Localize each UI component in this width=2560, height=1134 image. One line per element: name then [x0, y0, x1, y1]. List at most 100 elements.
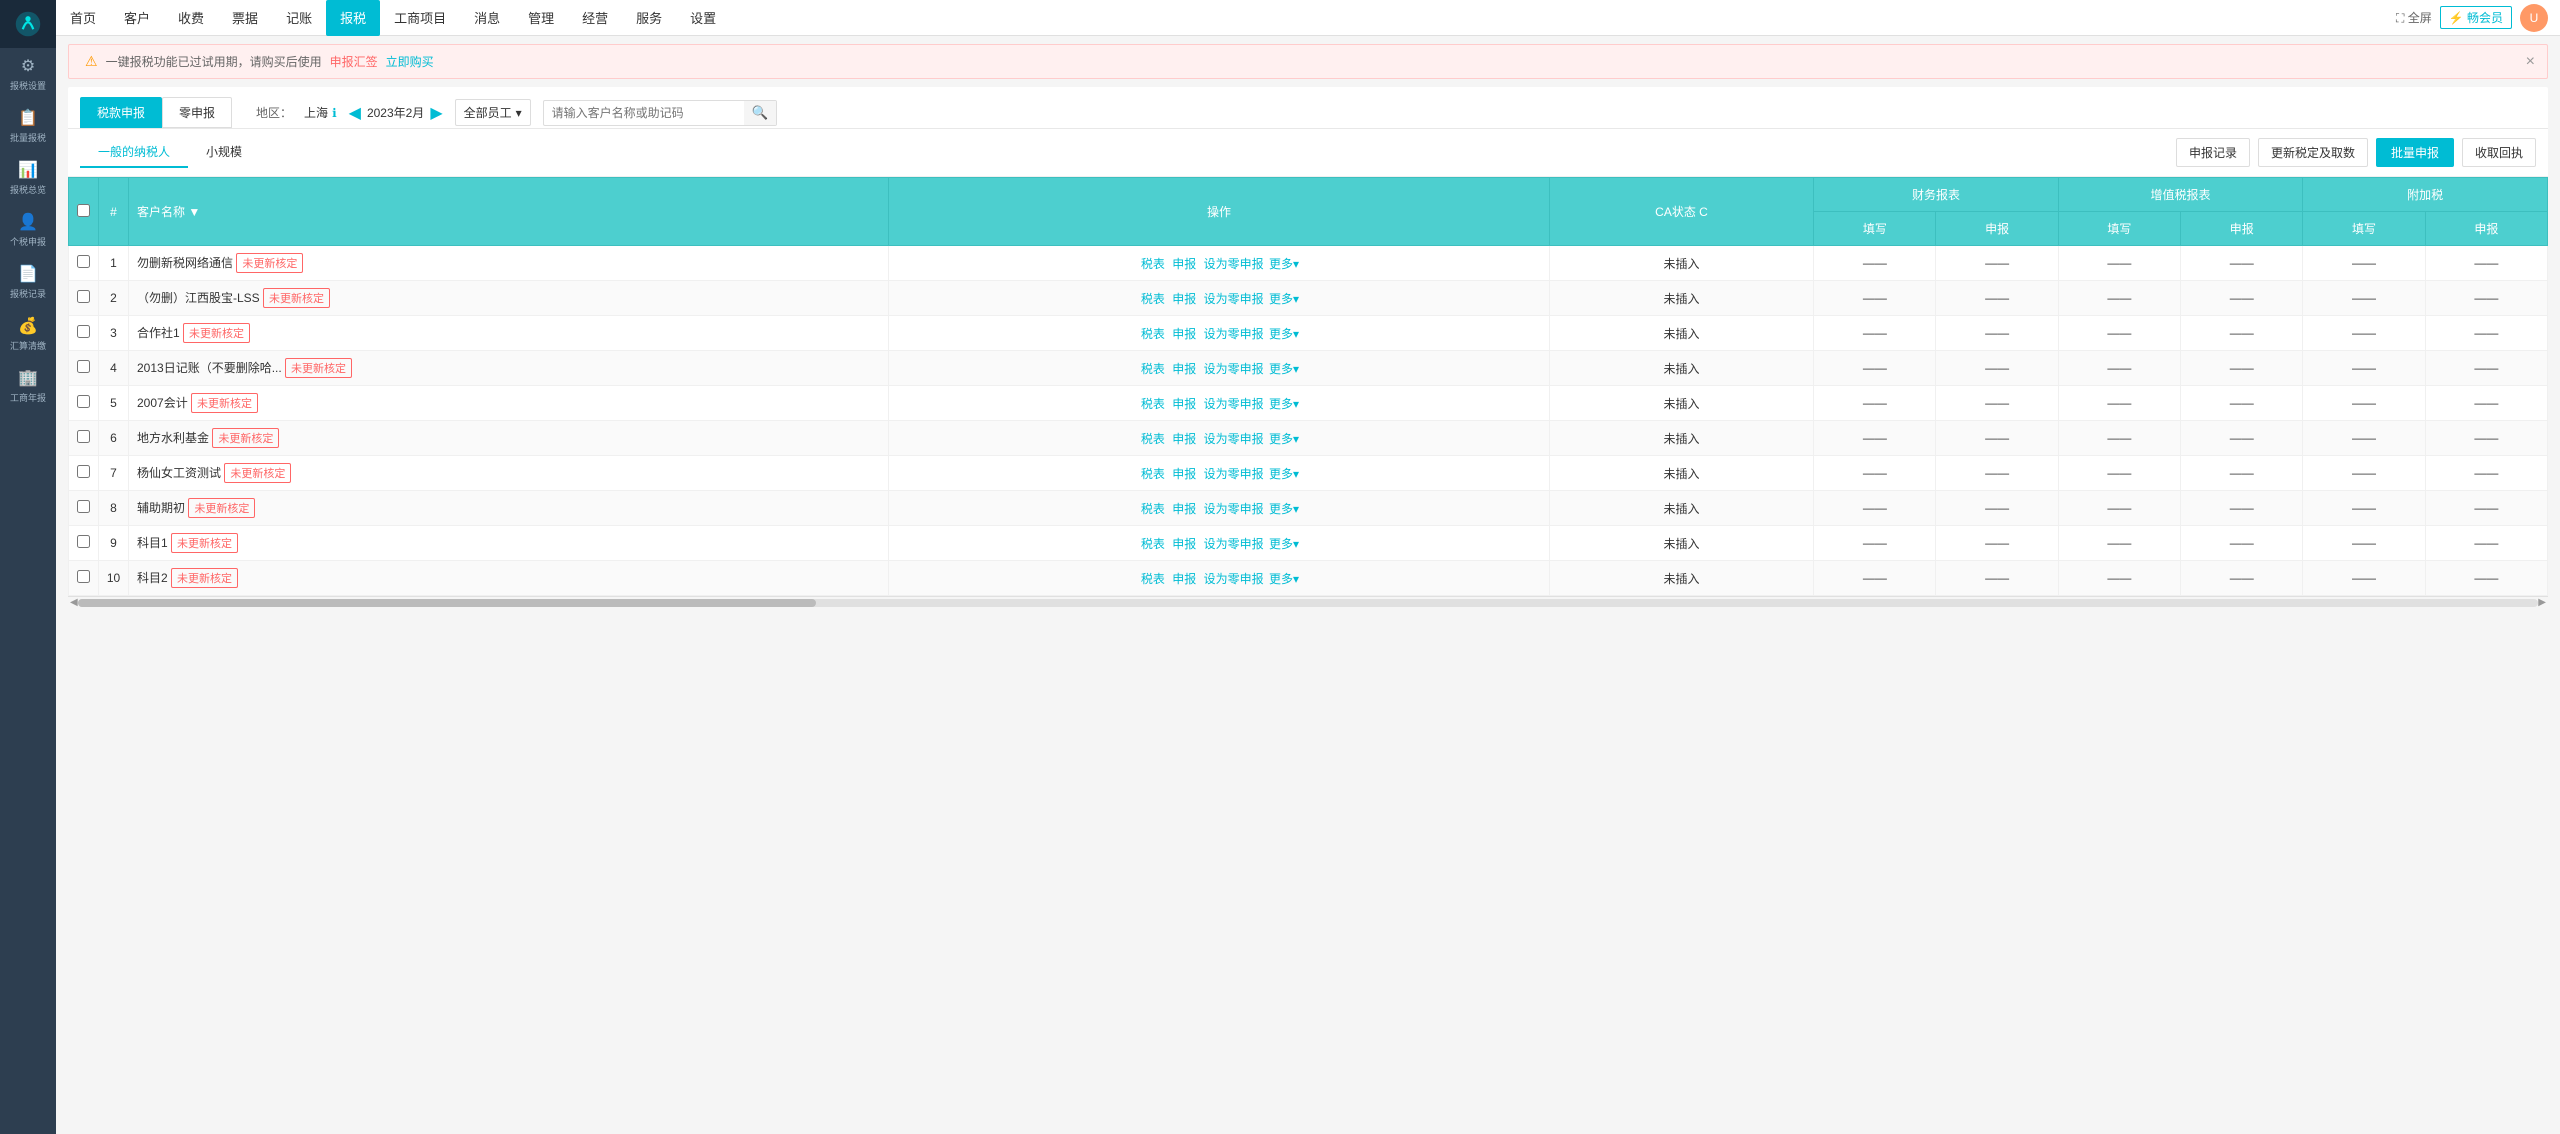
op-more-7[interactable]: 更多▾	[1269, 502, 1299, 516]
checkbox-0[interactable]	[77, 255, 90, 268]
op-tax-6[interactable]: 税表	[1141, 467, 1165, 481]
nav-item-票据[interactable]: 票据	[218, 0, 272, 36]
op-more-1[interactable]: 更多▾	[1269, 292, 1299, 306]
nav-item-首页[interactable]: 首页	[56, 0, 110, 36]
op-more-4[interactable]: 更多▾	[1269, 397, 1299, 411]
op-tax-8[interactable]: 税表	[1141, 537, 1165, 551]
op-setzero-7[interactable]: 设为零申报	[1204, 502, 1264, 516]
op-tax-5[interactable]: 税表	[1141, 432, 1165, 446]
next-month-btn[interactable]: ▶	[430, 103, 442, 123]
nav-item-设置[interactable]: 设置	[676, 0, 730, 36]
row-checkbox-2[interactable]	[69, 316, 99, 351]
op-tax-9[interactable]: 税表	[1141, 572, 1165, 586]
op-declare-7[interactable]: 申报	[1172, 502, 1196, 516]
checkbox-9[interactable]	[77, 570, 90, 583]
op-more-6[interactable]: 更多▾	[1269, 467, 1299, 481]
notice-link1[interactable]: 申报汇签	[330, 53, 378, 70]
sort-icon[interactable]: ▼	[188, 205, 200, 219]
op-setzero-9[interactable]: 设为零申报	[1204, 572, 1264, 586]
nav-item-经营[interactable]: 经营	[568, 0, 622, 36]
row-checkbox-3[interactable]	[69, 351, 99, 386]
sidebar-item-5[interactable]: 💰汇算清缴	[0, 308, 56, 360]
op-declare-9[interactable]: 申报	[1172, 572, 1196, 586]
op-tax-2[interactable]: 税表	[1141, 327, 1165, 341]
op-setzero-6[interactable]: 设为零申报	[1204, 467, 1264, 481]
notice-close-btn[interactable]: ×	[2526, 53, 2535, 71]
checkbox-2[interactable]	[77, 325, 90, 338]
sidebar-item-4[interactable]: 📄报税记录	[0, 256, 56, 308]
checkbox-5[interactable]	[77, 430, 90, 443]
op-declare-1[interactable]: 申报	[1172, 292, 1196, 306]
nav-item-客户[interactable]: 客户	[110, 0, 164, 36]
app-logo[interactable]	[0, 0, 56, 48]
staff-select[interactable]: 全部员工 ▾	[455, 99, 531, 126]
row-checkbox-7[interactable]	[69, 491, 99, 526]
row-checkbox-4[interactable]	[69, 386, 99, 421]
checkbox-3[interactable]	[77, 360, 90, 373]
nav-item-管理[interactable]: 管理	[514, 0, 568, 36]
batch-declare-btn[interactable]: 批量申报	[2376, 138, 2454, 167]
nav-item-服务[interactable]: 服务	[622, 0, 676, 36]
user-avatar[interactable]: U	[2520, 4, 2548, 32]
row-checkbox-8[interactable]	[69, 526, 99, 561]
op-tax-4[interactable]: 税表	[1141, 397, 1165, 411]
search-button[interactable]: 🔍	[744, 101, 777, 125]
row-checkbox-6[interactable]	[69, 456, 99, 491]
op-setzero-1[interactable]: 设为零申报	[1204, 292, 1264, 306]
bottom-scrollbar[interactable]: ◀ ▶	[68, 596, 2548, 608]
nav-item-报税[interactable]: 报税	[326, 0, 380, 36]
row-checkbox-0[interactable]	[69, 246, 99, 281]
op-tax-7[interactable]: 税表	[1141, 502, 1165, 516]
op-more-3[interactable]: 更多▾	[1269, 362, 1299, 376]
nav-item-记账[interactable]: 记账	[272, 0, 326, 36]
main-tab-0[interactable]: 税款申报	[80, 97, 162, 128]
op-setzero-0[interactable]: 设为零申报	[1204, 257, 1264, 271]
row-checkbox-1[interactable]	[69, 281, 99, 316]
op-setzero-8[interactable]: 设为零申报	[1204, 537, 1264, 551]
fullscreen-btn[interactable]: ⛶ 全屏	[2396, 9, 2432, 26]
op-declare-8[interactable]: 申报	[1172, 537, 1196, 551]
op-setzero-2[interactable]: 设为零申报	[1204, 327, 1264, 341]
op-setzero-4[interactable]: 设为零申报	[1204, 397, 1264, 411]
op-declare-6[interactable]: 申报	[1172, 467, 1196, 481]
declaration-record-btn[interactable]: 申报记录	[2176, 138, 2250, 167]
checkbox-6[interactable]	[77, 465, 90, 478]
sub-tab-0[interactable]: 一般的纳税人	[80, 137, 188, 168]
checkbox-1[interactable]	[77, 290, 90, 303]
scroll-left-arrow[interactable]: ◀	[70, 597, 78, 608]
op-more-9[interactable]: 更多▾	[1269, 572, 1299, 586]
sub-tab-1[interactable]: 小规模	[188, 137, 260, 168]
op-tax-1[interactable]: 税表	[1141, 292, 1165, 306]
op-more-0[interactable]: 更多▾	[1269, 257, 1299, 271]
collect-return-btn[interactable]: 收取回执	[2462, 138, 2536, 167]
sidebar-item-0[interactable]: ⚙报税设置	[0, 48, 56, 100]
update-tax-rate-btn[interactable]: 更新税定及取数	[2258, 138, 2368, 167]
row-checkbox-9[interactable]	[69, 561, 99, 596]
prev-month-btn[interactable]: ◀	[349, 103, 361, 123]
op-tax-3[interactable]: 税表	[1141, 362, 1165, 376]
upgrade-btn[interactable]: ⚡ 畅会员	[2440, 6, 2512, 29]
notice-link2[interactable]: 立即购买	[386, 53, 434, 70]
op-declare-4[interactable]: 申报	[1172, 397, 1196, 411]
op-declare-0[interactable]: 申报	[1172, 257, 1196, 271]
op-declare-5[interactable]: 申报	[1172, 432, 1196, 446]
op-more-5[interactable]: 更多▾	[1269, 432, 1299, 446]
nav-item-收费[interactable]: 收费	[164, 0, 218, 36]
scroll-right-arrow[interactable]: ▶	[2538, 597, 2546, 608]
op-more-2[interactable]: 更多▾	[1269, 327, 1299, 341]
op-more-8[interactable]: 更多▾	[1269, 537, 1299, 551]
op-declare-3[interactable]: 申报	[1172, 362, 1196, 376]
checkbox-4[interactable]	[77, 395, 90, 408]
op-declare-2[interactable]: 申报	[1172, 327, 1196, 341]
op-setzero-3[interactable]: 设为零申报	[1204, 362, 1264, 376]
checkbox-8[interactable]	[77, 535, 90, 548]
select-all-checkbox[interactable]	[77, 204, 90, 217]
op-tax-0[interactable]: 税表	[1141, 257, 1165, 271]
op-setzero-5[interactable]: 设为零申报	[1204, 432, 1264, 446]
sidebar-item-1[interactable]: 📋批量报税	[0, 100, 56, 152]
main-tab-1[interactable]: 零申报	[162, 97, 232, 128]
sidebar-item-6[interactable]: 🏢工商年报	[0, 360, 56, 412]
nav-item-消息[interactable]: 消息	[460, 0, 514, 36]
search-input[interactable]	[544, 102, 744, 124]
nav-item-工商项目[interactable]: 工商项目	[380, 0, 460, 36]
